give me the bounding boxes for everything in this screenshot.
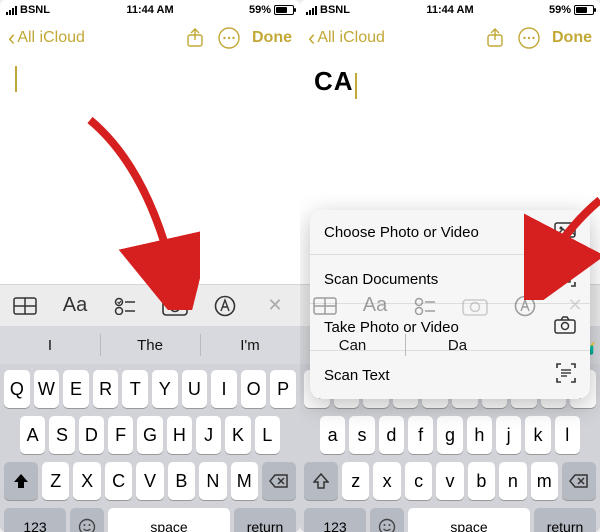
key[interactable]: D	[79, 416, 104, 454]
numbers-key[interactable]: 123	[304, 508, 366, 532]
key[interactable]: I	[211, 370, 237, 408]
scan-text-icon	[556, 363, 576, 387]
key[interactable]: N	[199, 462, 226, 500]
back-button[interactable]: ‹ All iCloud	[8, 27, 85, 49]
key[interactable]: M	[231, 462, 258, 500]
key[interactable]: k	[525, 416, 550, 454]
key[interactable]: V	[136, 462, 163, 500]
key[interactable]: Z	[42, 462, 69, 500]
key[interactable]: C	[105, 462, 132, 500]
back-label: All iCloud	[17, 29, 85, 47]
clock: 11:44 AM	[300, 4, 600, 16]
return-key[interactable]: return	[234, 508, 296, 532]
shift-key[interactable]	[4, 462, 38, 500]
key[interactable]: B	[168, 462, 195, 500]
ellipsis-icon[interactable]	[218, 27, 240, 49]
status-bar: BSNL 11:44 AM 59%	[300, 0, 600, 20]
key[interactable]: v	[436, 462, 463, 500]
key[interactable]: b	[468, 462, 495, 500]
battery-icon	[574, 5, 594, 15]
key[interactable]: h	[467, 416, 492, 454]
key[interactable]: f	[408, 416, 433, 454]
close-toolbar-icon[interactable]: ✕	[258, 292, 292, 320]
key[interactable]: d	[379, 416, 404, 454]
key[interactable]: j	[496, 416, 521, 454]
suggestion-bar: I The I'm	[0, 326, 300, 364]
key[interactable]: E	[63, 370, 89, 408]
key[interactable]: H	[167, 416, 192, 454]
ellipsis-icon[interactable]	[518, 27, 540, 49]
nav-bar: ‹ All iCloud Done	[300, 20, 600, 56]
nav-bar: ‹ All iCloud Done	[0, 20, 300, 56]
key[interactable]: n	[499, 462, 526, 500]
key[interactable]: O	[241, 370, 267, 408]
shift-key[interactable]	[304, 462, 338, 500]
emoji-key[interactable]	[370, 508, 404, 532]
key[interactable]: J	[196, 416, 221, 454]
suggestion[interactable]: I	[0, 326, 100, 364]
back-button[interactable]: ‹ All iCloud	[308, 27, 385, 49]
annotation-arrow	[80, 110, 200, 310]
space-key[interactable]: space	[408, 508, 530, 532]
key[interactable]: Q	[4, 370, 30, 408]
return-key[interactable]: return	[534, 508, 596, 532]
back-label: All iCloud	[317, 29, 385, 47]
table-icon[interactable]	[308, 292, 342, 320]
key[interactable]: a	[320, 416, 345, 454]
key[interactable]: x	[373, 462, 400, 500]
key[interactable]: z	[342, 462, 369, 500]
key[interactable]: g	[437, 416, 462, 454]
format-icon[interactable]: Aa	[358, 292, 392, 320]
checklist-icon[interactable]	[408, 292, 442, 320]
share-icon[interactable]	[184, 27, 206, 49]
key[interactable]: s	[349, 416, 374, 454]
key[interactable]: c	[405, 462, 432, 500]
camera-icon[interactable]	[458, 292, 492, 320]
space-key[interactable]: space	[108, 508, 230, 532]
key[interactable]: F	[108, 416, 133, 454]
suggestion[interactable]: Da	[405, 326, 510, 364]
backspace-key[interactable]	[562, 462, 596, 500]
suggestion[interactable]: I'm	[200, 326, 300, 364]
chevron-left-icon: ‹	[8, 27, 15, 49]
key[interactable]: P	[270, 370, 296, 408]
key[interactable]: X	[73, 462, 100, 500]
key[interactable]: G	[137, 416, 162, 454]
key[interactable]: R	[93, 370, 119, 408]
clock: 11:44 AM	[0, 4, 300, 16]
key[interactable]: Y	[152, 370, 178, 408]
backspace-key[interactable]	[262, 462, 296, 500]
done-button[interactable]: Done	[552, 29, 592, 47]
keyboard: QWERTYUIOP ASDFGHJKL ZXCVBNM 123 space r…	[0, 364, 300, 532]
annotation-arrow	[524, 190, 600, 300]
key[interactable]: S	[49, 416, 74, 454]
numbers-key[interactable]: 123	[4, 508, 66, 532]
key[interactable]: T	[122, 370, 148, 408]
chevron-left-icon: ‹	[308, 27, 315, 49]
table-icon[interactable]	[8, 292, 42, 320]
key[interactable]: l	[555, 416, 580, 454]
battery-icon	[274, 5, 294, 15]
key[interactable]: W	[34, 370, 60, 408]
markup-icon[interactable]	[208, 292, 242, 320]
key[interactable]: L	[255, 416, 280, 454]
key[interactable]: m	[531, 462, 558, 500]
done-button[interactable]: Done	[252, 29, 292, 47]
key[interactable]: K	[225, 416, 250, 454]
key[interactable]: A	[20, 416, 45, 454]
suggestion[interactable]: The	[100, 326, 200, 364]
note-text: CA	[314, 66, 354, 96]
emoji-key[interactable]	[70, 508, 104, 532]
status-bar: BSNL 11:44 AM 59%	[0, 0, 300, 20]
key[interactable]: U	[182, 370, 208, 408]
share-icon[interactable]	[484, 27, 506, 49]
suggestion[interactable]: Can	[300, 326, 405, 364]
